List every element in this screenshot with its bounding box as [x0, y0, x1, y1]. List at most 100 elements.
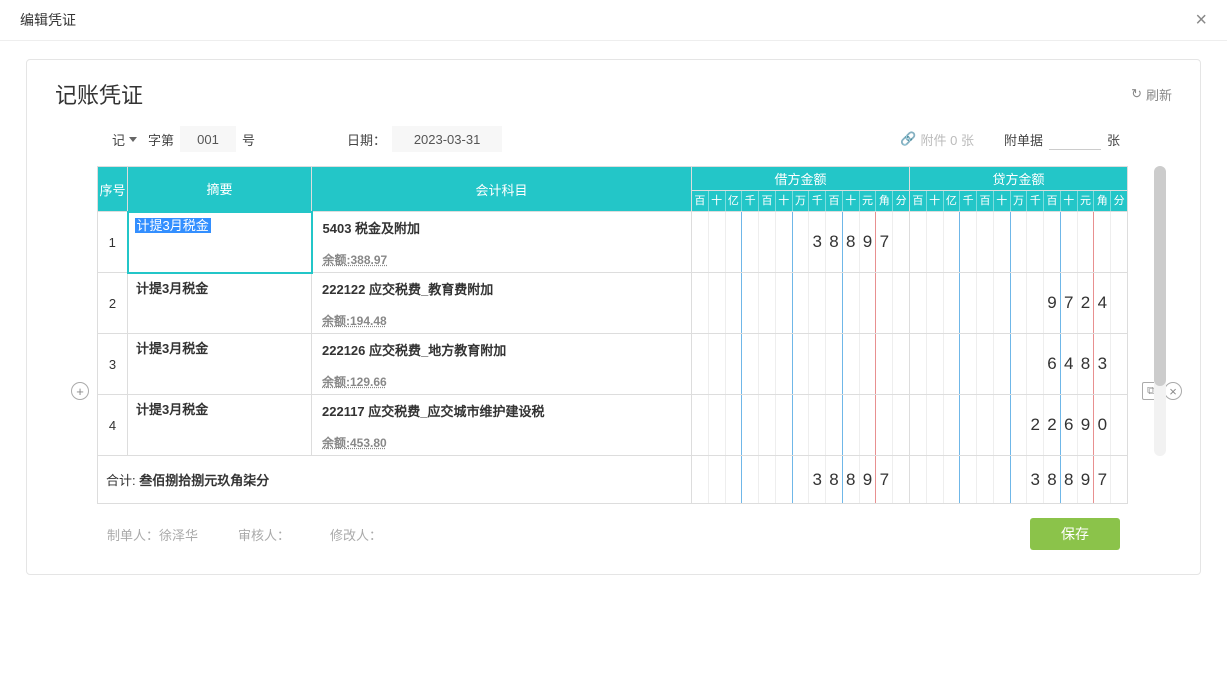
amount-digit-col: [959, 456, 976, 503]
account-balance: 余额:129.66: [322, 373, 681, 390]
amount-digit-col: [792, 334, 809, 394]
attachment-count-input[interactable]: [1049, 128, 1101, 150]
credit-cell[interactable]: 22690: [910, 395, 1128, 456]
digit-header: 元: [859, 191, 876, 211]
amount-digit: 2: [1027, 415, 1043, 435]
amount-digit-col: [775, 273, 792, 333]
account-cell[interactable]: 5403 税金及附加余额:388.97: [312, 212, 692, 273]
amount-digit-col: [892, 395, 909, 455]
amount-digit-col: [910, 212, 926, 272]
table-row: 3计提3月税金222126 应交税费_地方教育附加余额:129.666483: [98, 334, 1128, 395]
modal-header: 编辑凭证 ×: [0, 0, 1227, 41]
amount-digit-col: [943, 212, 960, 272]
summary-cell[interactable]: 计提3月税金: [128, 212, 312, 273]
summary-cell[interactable]: 计提3月税金: [128, 395, 312, 456]
summary-cell[interactable]: 计提3月税金: [128, 273, 312, 334]
amount-digit: 2: [1044, 415, 1060, 435]
save-button[interactable]: 保存: [1030, 518, 1120, 550]
scrollbar-track[interactable]: [1154, 166, 1166, 456]
amount-digit: 9: [1078, 415, 1094, 435]
amount-digit-col: [1077, 212, 1094, 272]
amount-digit-col: [792, 212, 809, 272]
date-input[interactable]: [392, 126, 502, 152]
amount-digit: 2: [1078, 293, 1094, 313]
amount-digit-col: [959, 334, 976, 394]
amount-digit-col: [792, 456, 809, 503]
amount-digit-col: 3: [808, 212, 825, 272]
debit-cell[interactable]: [692, 395, 910, 456]
amount-digit-col: [741, 212, 758, 272]
attachment-link[interactable]: 🔗 附件 0 张: [900, 130, 974, 149]
auditor-meta: 审核人：: [238, 525, 290, 544]
amount-digit-col: 4: [1060, 334, 1077, 394]
scrollbar-thumb[interactable]: [1154, 166, 1166, 386]
digit-header: 亿: [943, 191, 960, 211]
debit-cell[interactable]: [692, 273, 910, 334]
credit-cell[interactable]: [910, 212, 1128, 273]
amount-digit-col: [842, 334, 859, 394]
amount-digit-col: [875, 273, 892, 333]
amount-digit-col: [859, 273, 876, 333]
amount-digit-col: [875, 334, 892, 394]
total-label-cell: 合计: 叁佰捌拾捌元玖角柒分: [98, 456, 692, 504]
close-icon[interactable]: ×: [1195, 10, 1207, 30]
amount-digit: 8: [1061, 470, 1077, 490]
amount-digit: 3: [809, 470, 825, 490]
amount-digit-col: [943, 273, 960, 333]
amount-digit-col: [741, 273, 758, 333]
account-name: 5403 税金及附加: [323, 218, 682, 237]
voucher-type-select[interactable]: 记: [107, 127, 142, 152]
account-cell[interactable]: 222117 应交税费_应交城市维护建设税余额:453.80: [312, 395, 692, 456]
amount-digit-col: [993, 212, 1010, 272]
amount-digit-col: [708, 456, 725, 503]
account-cell[interactable]: 222122 应交税费_教育费附加余额:194.48: [312, 273, 692, 334]
digit-header: 分: [1110, 191, 1127, 211]
amount-digit-col: 9: [1077, 395, 1094, 455]
amount-digit-col: [1010, 212, 1027, 272]
amount-digit-col: 7: [1060, 273, 1077, 333]
summary-cell[interactable]: 计提3月税金: [128, 334, 312, 395]
total-row: 合计: 叁佰捌拾捌元玖角柒分 38897 38897: [98, 456, 1128, 504]
refresh-button[interactable]: ↻ 刷新: [1131, 85, 1172, 104]
amount-digit: 0: [1094, 415, 1110, 435]
date-label: 日期：: [347, 130, 386, 149]
amount-digit-col: 7: [875, 456, 892, 503]
refresh-icon: ↻: [1131, 86, 1142, 102]
maker-meta: 制单人：徐泽华: [107, 525, 198, 544]
amount-digit-col: [692, 395, 708, 455]
amount-digit: 9: [860, 232, 876, 252]
amount-digit-col: 9: [1077, 456, 1094, 503]
digit-header: 十: [842, 191, 859, 211]
digit-header: 万: [792, 191, 809, 211]
amount-digit-col: [926, 334, 943, 394]
amount-digit-col: 8: [1077, 334, 1094, 394]
digit-header: 百: [1043, 191, 1060, 211]
amount-digit-col: 8: [1060, 456, 1077, 503]
amount-digit-col: [926, 456, 943, 503]
amount-digit-col: [1026, 212, 1043, 272]
add-row-icon[interactable]: +: [71, 382, 89, 400]
delete-row-icon[interactable]: ×: [1164, 382, 1182, 400]
credit-cell[interactable]: 6483: [910, 334, 1128, 395]
digit-header: 亿: [725, 191, 742, 211]
amount-digit-col: [859, 334, 876, 394]
amount-digit-col: [892, 273, 909, 333]
amount-digit-col: 9: [859, 212, 876, 272]
amount-digit: 7: [1061, 293, 1077, 313]
amount-digit: 3: [1094, 354, 1110, 374]
amount-digit-col: [741, 395, 758, 455]
amount-digit-col: [976, 456, 993, 503]
debit-cell[interactable]: 38897: [692, 212, 910, 273]
debit-cell[interactable]: [692, 334, 910, 395]
amount-digit-col: [1110, 273, 1127, 333]
account-cell[interactable]: 222126 应交税费_地方教育附加余额:129.66: [312, 334, 692, 395]
amount-digit-col: [910, 273, 926, 333]
digit-header: 十: [926, 191, 943, 211]
amount-digit-col: [892, 212, 909, 272]
th-account: 会计科目: [312, 167, 692, 212]
row-index: 3: [98, 334, 128, 395]
credit-cell[interactable]: 9724: [910, 273, 1128, 334]
table-row: 1计提3月税金5403 税金及附加余额:388.9738897: [98, 212, 1128, 273]
voucher-no-input[interactable]: [180, 126, 236, 152]
amount-digit-col: [1010, 334, 1027, 394]
